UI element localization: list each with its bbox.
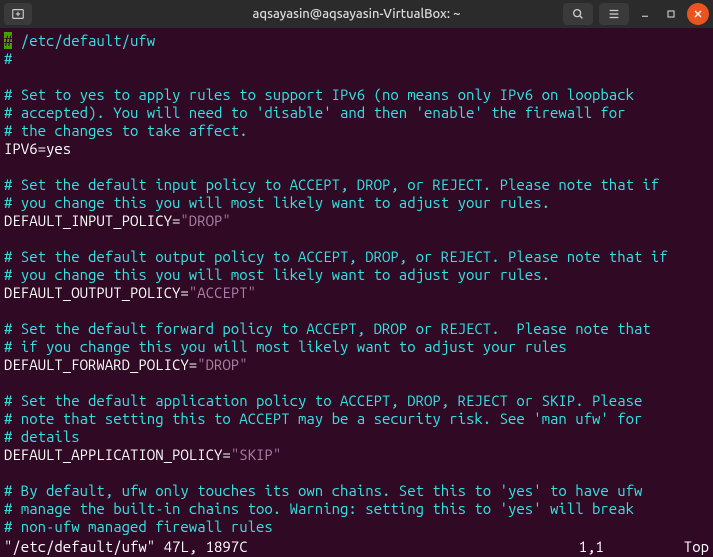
comment-text: # Set the default output policy to ACCEP…: [4, 248, 668, 265]
editor-line: DEFAULT_APPLICATION_POLICY="SKIP": [4, 446, 709, 464]
editor-line: # Set the default input policy to ACCEPT…: [4, 176, 709, 194]
titlebar-left: [4, 3, 32, 25]
minimize-button[interactable]: [635, 4, 655, 24]
comment-text: # note that setting this to ACCEPT may b…: [4, 410, 642, 427]
editor-line: [4, 230, 709, 248]
comment-text: # you change this you will most likely w…: [4, 194, 550, 211]
editor-line: # /etc/default/ufw: [4, 32, 709, 50]
status-spacer: [248, 538, 579, 555]
status-position: 1,1: [579, 538, 684, 555]
editor-line: [4, 302, 709, 320]
editor-line: # if you change this you will most likel…: [4, 338, 709, 356]
comment-text: /etc/default/ufw: [12, 32, 155, 49]
search-icon: [571, 7, 585, 21]
comment-text: # Set the default forward policy to ACCE…: [4, 320, 651, 337]
editor-line: # non-ufw managed firewall rules: [4, 518, 709, 536]
menu-button[interactable]: [599, 3, 629, 25]
config-value: "DROP": [180, 212, 230, 229]
comment-text: # Set to yes to apply rules to support I…: [4, 86, 634, 103]
editor-line: #: [4, 50, 709, 68]
search-button[interactable]: [563, 3, 593, 25]
editor-line: [4, 158, 709, 176]
editor-line: [4, 68, 709, 86]
maximize-button[interactable]: [661, 4, 681, 24]
editor-line: # you change this you will most likely w…: [4, 266, 709, 284]
editor-line: # Set to yes to apply rules to support I…: [4, 86, 709, 104]
comment-text: # accepted). You will need to 'disable' …: [4, 104, 626, 121]
comment-text: # the changes to take affect.: [4, 122, 248, 139]
editor-line: # accepted). You will need to 'disable' …: [4, 104, 709, 122]
comment-text: # Set the default input policy to ACCEPT…: [4, 176, 659, 193]
editor-line: # manage the built-in chains too. Warnin…: [4, 500, 709, 518]
comment-text: # you change this you will most likely w…: [4, 266, 550, 283]
minimize-icon: [639, 8, 651, 20]
maximize-icon: [665, 8, 677, 20]
config-value: "SKIP": [231, 446, 281, 463]
status-file: "/etc/default/ufw" 47L, 1897C: [4, 538, 248, 555]
editor-line: # the changes to take affect.: [4, 122, 709, 140]
config-key: DEFAULT_INPUT_POLICY=: [4, 212, 180, 229]
editor-line: # you change this you will most likely w…: [4, 194, 709, 212]
close-button[interactable]: [687, 3, 709, 25]
editor-line: [4, 374, 709, 392]
status-scroll: Top: [684, 538, 709, 555]
editor-line: IPV6=yes: [4, 140, 709, 158]
comment-text: # if you change this you will most likel…: [4, 338, 567, 355]
titlebar-right: [563, 3, 709, 25]
config-value: "ACCEPT": [189, 284, 256, 301]
config-value: "DROP": [197, 356, 247, 373]
editor-line: DEFAULT_OUTPUT_POLICY="ACCEPT": [4, 284, 709, 302]
editor-line: # By default, ufw only touches its own c…: [4, 482, 709, 500]
window-title: aqsayasin@aqsayasin-VirtualBox: ~: [253, 7, 461, 21]
editor-line: DEFAULT_FORWARD_POLICY="DROP": [4, 356, 709, 374]
terminal-editor[interactable]: # /etc/default/ufw# # Set to yes to appl…: [0, 28, 713, 540]
new-tab-button[interactable]: [4, 3, 32, 25]
editor-line: # Set the default forward policy to ACCE…: [4, 320, 709, 338]
vim-status-line: "/etc/default/ufw" 47L, 1897C 1,1 Top: [0, 538, 713, 557]
comment-text: #: [4, 50, 12, 67]
editor-line: # note that setting this to ACCEPT may b…: [4, 410, 709, 428]
config-key: DEFAULT_FORWARD_POLICY=: [4, 356, 197, 373]
editor-line: [4, 464, 709, 482]
titlebar: aqsayasin@aqsayasin-VirtualBox: ~: [0, 0, 713, 28]
comment-text: # By default, ufw only touches its own c…: [4, 482, 642, 499]
config-key: DEFAULT_APPLICATION_POLICY=: [4, 446, 231, 463]
new-tab-icon: [11, 7, 25, 21]
comment-text: # details: [4, 428, 80, 445]
editor-line: # Set the default application policy to …: [4, 392, 709, 410]
comment-text: # Set the default application policy to …: [4, 392, 642, 409]
comment-text: # manage the built-in chains too. Warnin…: [4, 500, 634, 517]
comment-text: # non-ufw managed firewall rules: [4, 518, 273, 535]
editor-line: # Set the default output policy to ACCEP…: [4, 248, 709, 266]
editor-line: # details: [4, 428, 709, 446]
config-key: DEFAULT_OUTPUT_POLICY=: [4, 284, 189, 301]
editor-line: DEFAULT_INPUT_POLICY="DROP": [4, 212, 709, 230]
close-icon: [692, 8, 704, 20]
hamburger-icon: [607, 7, 621, 21]
